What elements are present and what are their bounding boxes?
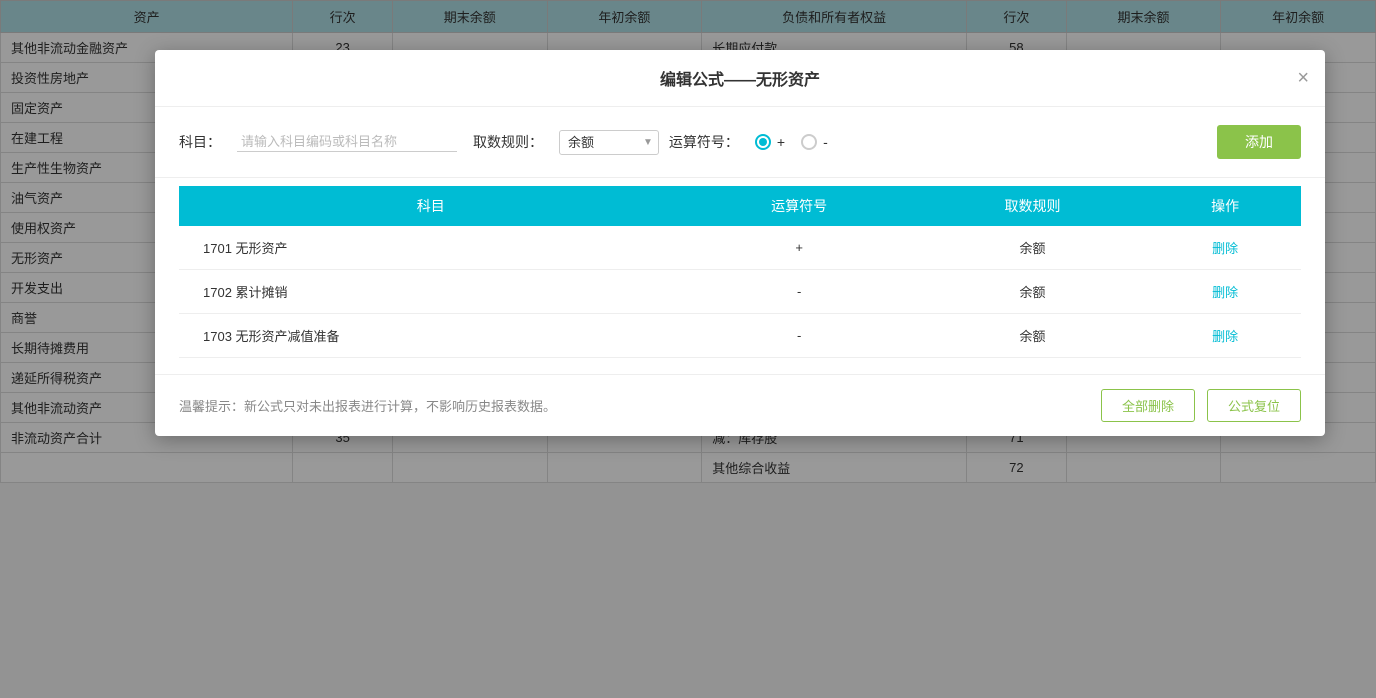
formula-row: 1701 无形资产 + 余额 删除 <box>179 226 1301 270</box>
cell-subject: 1702 累计摊销 <box>179 270 682 314</box>
operator-radio-group: + - <box>755 134 828 150</box>
operator-label: 运算符号： <box>669 132 739 152</box>
formula-row: 1702 累计摊销 - 余额 删除 <box>179 270 1301 314</box>
radio-minus-circle <box>801 134 817 150</box>
cell-rule: 余额 <box>916 226 1149 270</box>
th-operator: 运算符号 <box>682 186 915 226</box>
cell-rule: 余额 <box>916 314 1149 358</box>
th-subject: 科目 <box>179 186 682 226</box>
cell-operator: - <box>682 314 915 358</box>
footer-tip: 温馨提示：新公式只对未出报表进行计算，不影响历史报表数据。 <box>179 396 556 415</box>
rule-select-wrap: 余额 借方发生额 贷方发生额 ▼ <box>559 130 653 155</box>
subject-input[interactable] <box>237 132 457 152</box>
formula-table: 科目 运算符号 取数规则 操作 1701 无形资产 + 余额 删除 1702 累… <box>179 186 1301 358</box>
delete-link[interactable]: 删除 <box>1212 241 1238 256</box>
radio-minus[interactable]: - <box>801 134 828 150</box>
modal-table-wrap: 科目 运算符号 取数规则 操作 1701 无形资产 + 余额 删除 1702 累… <box>155 178 1325 374</box>
footer-buttons: 全部删除 公式复位 <box>1101 389 1301 422</box>
modal-close-button[interactable]: × <box>1297 68 1309 88</box>
radio-plus[interactable]: + <box>755 134 785 150</box>
delete-link[interactable]: 删除 <box>1212 285 1238 300</box>
th-rule: 取数规则 <box>916 186 1149 226</box>
modal-header: 编辑公式——无形资产 × <box>155 50 1325 107</box>
cell-operator: - <box>682 270 915 314</box>
rule-label: 取数规则： <box>473 132 543 152</box>
cell-rule: 余额 <box>916 270 1149 314</box>
cell-operator: + <box>682 226 915 270</box>
delete-link[interactable]: 删除 <box>1212 329 1238 344</box>
modal-title: 编辑公式——无形资产 <box>660 66 820 90</box>
modal-footer: 温馨提示：新公式只对未出报表进行计算，不影响历史报表数据。 全部删除 公式复位 <box>155 374 1325 436</box>
cell-action[interactable]: 删除 <box>1149 226 1301 270</box>
table-header-row: 科目 运算符号 取数规则 操作 <box>179 186 1301 226</box>
edit-formula-modal: 编辑公式——无形资产 × 科目： 取数规则： 余额 借方发生额 贷方发生额 ▼ … <box>155 50 1325 436</box>
cell-action[interactable]: 删除 <box>1149 314 1301 358</box>
cell-subject: 1701 无形资产 <box>179 226 682 270</box>
delete-all-button[interactable]: 全部删除 <box>1101 389 1195 422</box>
radio-minus-label: - <box>823 134 828 150</box>
reset-formula-button[interactable]: 公式复位 <box>1207 389 1301 422</box>
add-button[interactable]: 添加 <box>1217 125 1301 159</box>
formula-row: 1703 无形资产减值准备 - 余额 删除 <box>179 314 1301 358</box>
cell-action[interactable]: 删除 <box>1149 270 1301 314</box>
rule-select[interactable]: 余额 借方发生额 贷方发生额 <box>559 130 659 155</box>
subject-label: 科目： <box>179 132 221 152</box>
cell-subject: 1703 无形资产减值准备 <box>179 314 682 358</box>
th-action: 操作 <box>1149 186 1301 226</box>
form-row: 科目： 取数规则： 余额 借方发生额 贷方发生额 ▼ 运算符号： + - 添加 <box>155 107 1325 178</box>
radio-plus-circle <box>755 134 771 150</box>
radio-plus-label: + <box>777 134 785 150</box>
